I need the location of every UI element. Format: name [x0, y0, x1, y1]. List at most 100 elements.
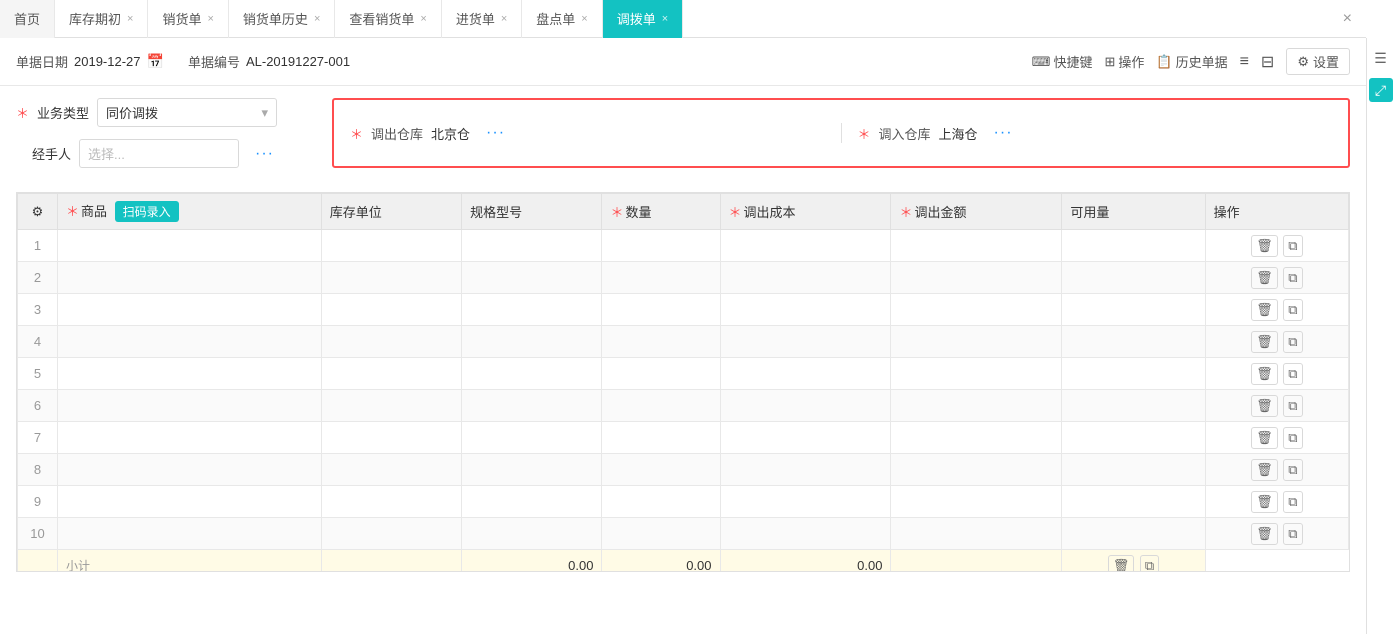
shortcuts-button[interactable]: ⌨ 快捷键 [1032, 52, 1093, 71]
amount-cell[interactable] [891, 390, 1062, 422]
spec-cell[interactable] [462, 262, 602, 294]
spec-cell[interactable] [462, 486, 602, 518]
spec-cell[interactable] [462, 294, 602, 326]
delete-row-button[interactable]: 🗑 [1251, 331, 1278, 353]
spec-cell[interactable] [462, 422, 602, 454]
history-button[interactable]: 📋 历史单据 [1156, 52, 1227, 71]
close-icon[interactable]: × [581, 13, 587, 25]
delete-row-button[interactable]: 🗑 [1251, 491, 1278, 513]
copy-row-button[interactable]: ⧉ [1283, 523, 1302, 545]
cost-cell[interactable] [720, 518, 891, 550]
product-cell[interactable] [58, 230, 322, 262]
cost-cell[interactable] [720, 486, 891, 518]
product-cell[interactable] [58, 390, 322, 422]
sidebar-expand-icon[interactable]: ⤢ [1369, 78, 1393, 102]
product-cell[interactable] [58, 518, 322, 550]
layout1-icon[interactable]: ≡ [1240, 53, 1249, 71]
product-cell[interactable] [58, 294, 322, 326]
qty-cell[interactable] [602, 326, 720, 358]
person-select[interactable]: 选择... [79, 139, 239, 168]
copy-row-button[interactable]: ⧉ [1283, 235, 1302, 257]
tab-sales-history[interactable]: 销货单历史 × [229, 0, 335, 38]
amount-cell[interactable] [891, 454, 1062, 486]
qty-cell[interactable] [602, 486, 720, 518]
cost-cell[interactable] [720, 390, 891, 422]
close-icon[interactable]: × [501, 13, 507, 25]
copy-row-button[interactable]: ⧉ [1283, 267, 1302, 289]
cost-cell[interactable] [720, 358, 891, 390]
sidebar-list-icon[interactable]: ☰ [1369, 46, 1393, 70]
copy-row-button[interactable]: ⧉ [1283, 363, 1302, 385]
biz-type-select[interactable]: 同价调拨 ▾ [97, 98, 277, 127]
copy-row-button[interactable]: ⧉ [1283, 299, 1302, 321]
cost-cell[interactable] [720, 326, 891, 358]
calendar-icon[interactable]: 📅 [147, 53, 164, 70]
spec-cell[interactable] [462, 358, 602, 390]
product-cell[interactable] [58, 358, 322, 390]
delete-row-button[interactable]: 🗑 [1251, 459, 1278, 481]
amount-cell[interactable] [891, 422, 1062, 454]
close-icon[interactable]: × [662, 13, 668, 25]
copy-row-button[interactable]: ⧉ [1283, 331, 1302, 353]
out-warehouse-more-button[interactable]: ··· [486, 124, 505, 142]
cost-cell[interactable] [720, 294, 891, 326]
product-cell[interactable] [58, 262, 322, 294]
amount-cell[interactable] [891, 294, 1062, 326]
cost-cell[interactable] [720, 230, 891, 262]
copy-row-button[interactable]: ⧉ [1283, 427, 1302, 449]
delete-row-button[interactable]: 🗑 [1251, 299, 1278, 321]
cost-cell[interactable] [720, 422, 891, 454]
spec-cell[interactable] [462, 454, 602, 486]
qty-cell[interactable] [602, 230, 720, 262]
copy-row-button[interactable]: ⧉ [1283, 491, 1302, 513]
scan-input-button[interactable]: 扫码录入 [115, 201, 179, 222]
spec-cell[interactable] [462, 518, 602, 550]
product-cell[interactable] [58, 454, 322, 486]
tab-inventory-init[interactable]: 库存期初 × [55, 0, 148, 38]
operations-button[interactable]: ⊞ 操作 [1104, 52, 1144, 71]
qty-cell[interactable] [602, 390, 720, 422]
tab-sales-order[interactable]: 销货单 × [148, 0, 228, 38]
cost-cell[interactable] [720, 262, 891, 294]
product-cell[interactable] [58, 422, 322, 454]
spec-cell[interactable] [462, 230, 602, 262]
qty-cell[interactable] [602, 454, 720, 486]
tab-purchase-order[interactable]: 进货单 × [442, 0, 522, 38]
copy-row-button[interactable]: ⧉ [1283, 395, 1302, 417]
cost-cell[interactable] [720, 454, 891, 486]
close-icon[interactable]: × [420, 13, 426, 25]
qty-cell[interactable] [602, 358, 720, 390]
settings-button[interactable]: ⚙ 设置 [1286, 48, 1350, 75]
delete-button[interactable]: 🗑 [1108, 555, 1135, 573]
delete-row-button[interactable]: 🗑 [1251, 523, 1278, 545]
layout2-icon[interactable]: ⊟ [1261, 52, 1274, 72]
product-cell[interactable] [58, 326, 322, 358]
copy-row-button[interactable]: ⧉ [1283, 459, 1302, 481]
delete-row-button[interactable]: 🗑 [1251, 427, 1278, 449]
amount-cell[interactable] [891, 486, 1062, 518]
close-icon[interactable]: × [207, 13, 213, 25]
qty-cell[interactable] [602, 422, 720, 454]
table-gear-header[interactable]: ⚙ [18, 194, 58, 230]
product-cell[interactable] [58, 486, 322, 518]
qty-cell[interactable] [602, 262, 720, 294]
amount-cell[interactable] [891, 358, 1062, 390]
amount-cell[interactable] [891, 230, 1062, 262]
delete-row-button[interactable]: 🗑 [1251, 363, 1278, 385]
amount-cell[interactable] [891, 518, 1062, 550]
tab-bar-close-button[interactable]: × [1329, 10, 1366, 28]
amount-cell[interactable] [891, 326, 1062, 358]
tab-inventory-check[interactable]: 盘点单 × [522, 0, 602, 38]
delete-row-button[interactable]: 🗑 [1251, 395, 1278, 417]
in-warehouse-more-button[interactable]: ··· [994, 124, 1013, 142]
amount-cell[interactable] [891, 262, 1062, 294]
close-icon[interactable]: × [314, 13, 320, 25]
tab-transfer-order[interactable]: 调拨单 × [603, 0, 683, 38]
tab-home[interactable]: 首页 [0, 0, 55, 38]
qty-cell[interactable] [602, 518, 720, 550]
spec-cell[interactable] [462, 390, 602, 422]
tab-view-sales[interactable]: 查看销货单 × [335, 0, 441, 38]
qty-cell[interactable] [602, 294, 720, 326]
spec-cell[interactable] [462, 326, 602, 358]
delete-row-button[interactable]: 🗑 [1251, 235, 1278, 257]
